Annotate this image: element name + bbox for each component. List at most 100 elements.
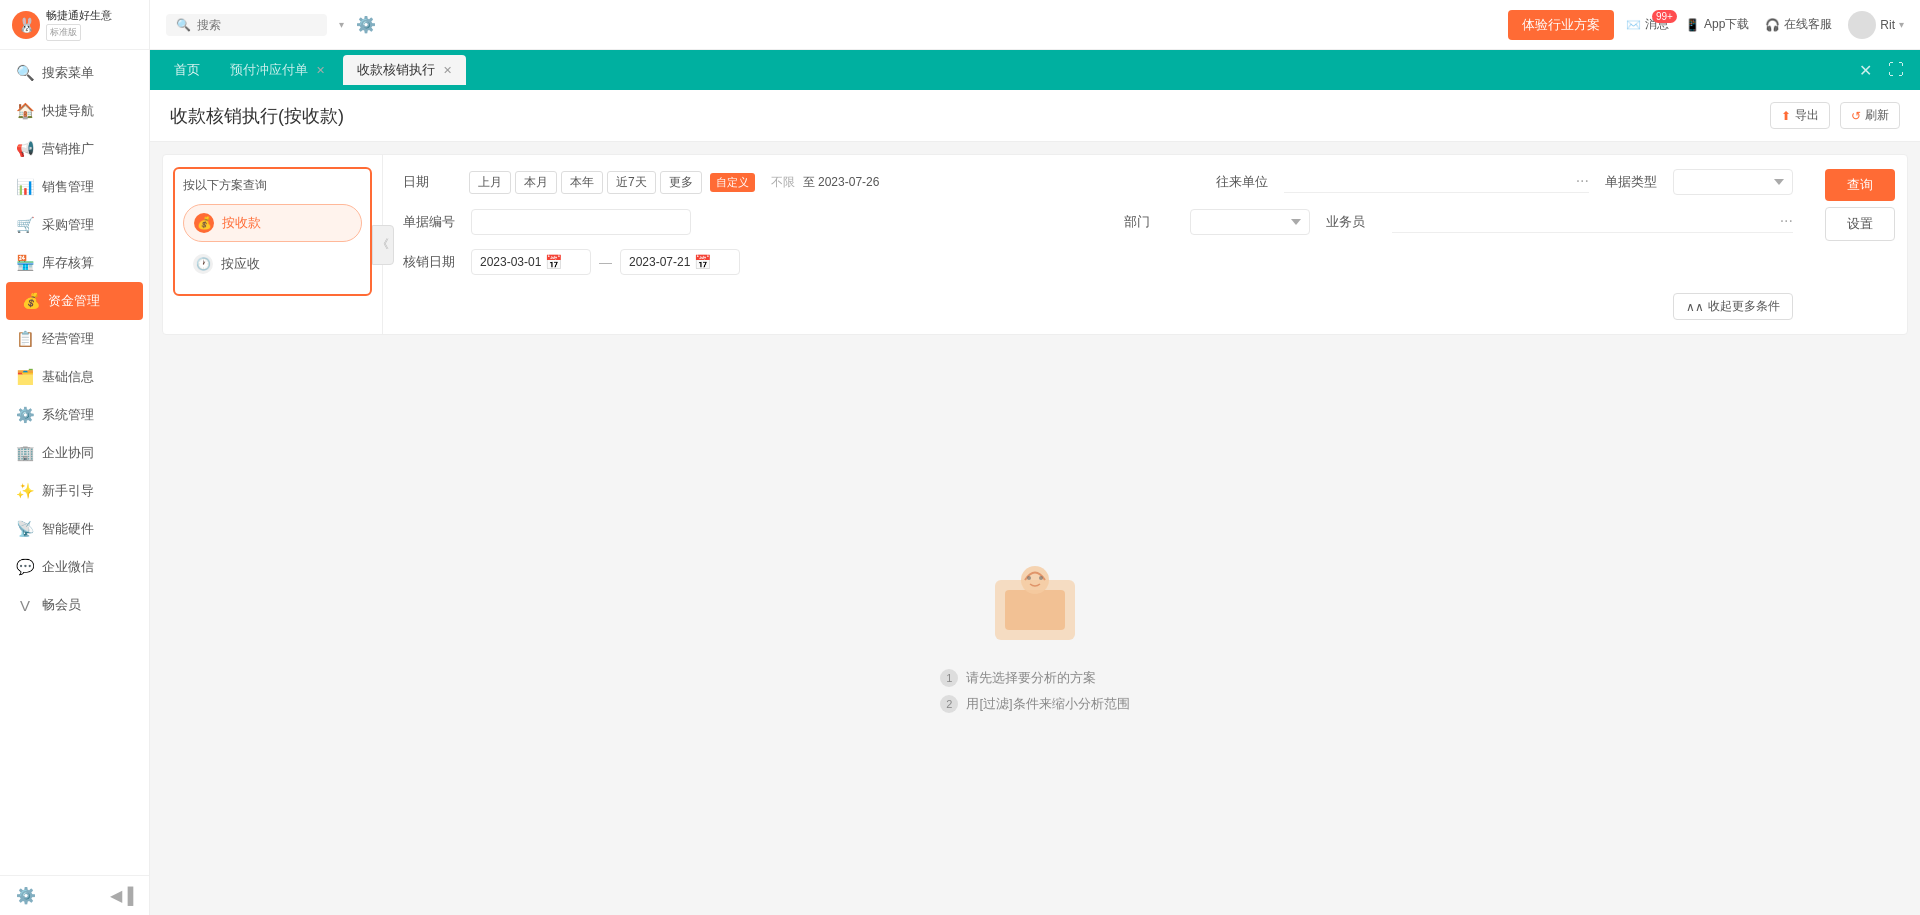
tab-receipt-offset[interactable]: 收款核销执行 ✕: [343, 55, 466, 85]
sidebar-item-enterprise-collab[interactable]: 🏢 企业协同: [0, 434, 149, 472]
logo-icon: 🐰: [12, 11, 40, 39]
date-to-text: 至 2023-07-26: [803, 174, 880, 191]
quick-nav-icon: 🏠: [16, 102, 34, 120]
sidebar-label-purchase: 采购管理: [42, 216, 94, 234]
tab-prepay-offset[interactable]: 预付冲应付单 ✕: [216, 55, 339, 85]
sidebar-item-marketing[interactable]: 📢 营销推广: [0, 130, 149, 168]
sidebar-item-purchase[interactable]: 🛒 采购管理: [0, 206, 149, 244]
salesperson-dots[interactable]: ···: [1780, 212, 1793, 230]
date-btn-last-7-days[interactable]: 近7天: [607, 171, 656, 194]
by-receipt-icon: 💰: [194, 213, 214, 233]
filter-row-3: 核销日期 2023-03-01 📅 — 2023-07-21 📅: [403, 249, 1793, 275]
date-no-limit-text: 不限: [771, 174, 795, 191]
by-receipt-label: 按收款: [222, 214, 261, 232]
filter-item-by-receipt[interactable]: 💰 按收款: [183, 204, 362, 242]
sidebar-label-basic-info: 基础信息: [42, 368, 94, 386]
sidebar-item-inventory[interactable]: 🏪 库存核算: [0, 244, 149, 282]
filter-row-2: 单据编号 部门 业务员 ···: [403, 209, 1793, 235]
smart-hardware-icon: 📡: [16, 520, 34, 538]
sidebar-item-member[interactable]: V 畅会员: [0, 586, 149, 624]
date-btn-this-year[interactable]: 本年: [561, 171, 603, 194]
sidebar-label-sales: 销售管理: [42, 178, 94, 196]
tip-text-1: 请先选择要分析的方案: [966, 669, 1096, 687]
sidebar-item-finance[interactable]: 💰 资金管理: [6, 282, 143, 320]
calendar-end-icon[interactable]: 📅: [694, 254, 711, 270]
sidebar-item-beginner[interactable]: ✨ 新手引导: [0, 472, 149, 510]
date-btn-last-month[interactable]: 上月: [469, 171, 511, 194]
settings-button[interactable]: 设置: [1825, 207, 1895, 241]
salesperson-label: 业务员: [1326, 213, 1376, 231]
voucher-no-input[interactable]: [471, 209, 691, 235]
sidebar-item-system[interactable]: ⚙️ 系统管理: [0, 396, 149, 434]
finance-icon: 💰: [22, 292, 40, 310]
tab-receipt-close-icon[interactable]: ✕: [443, 64, 452, 77]
enterprise-wechat-icon: 💬: [16, 558, 34, 576]
sidebar-collapse-button[interactable]: ◀▐: [110, 886, 133, 905]
sidebar-item-search-menu[interactable]: 🔍 搜索菜单: [0, 54, 149, 92]
sidebar-item-sales[interactable]: 📊 销售管理: [0, 168, 149, 206]
tip-text-2: 用[过滤]条件来缩小分析范围: [966, 695, 1129, 713]
online-service-action[interactable]: 🎧 在线客服: [1765, 16, 1832, 33]
department-label: 部门: [1124, 213, 1174, 231]
sidebar-item-smart-hardware[interactable]: 📡 智能硬件: [0, 510, 149, 548]
headset-icon: 🎧: [1765, 18, 1780, 32]
date-btn-this-month[interactable]: 本月: [515, 171, 557, 194]
refresh-button[interactable]: ↺ 刷新: [1840, 102, 1900, 129]
sidebar-nav: 🔍 搜索菜单 🏠 快捷导航 📢 营销推广 📊 销售管理 🛒 采购管理 🏪 库存核…: [0, 50, 149, 875]
sidebar-label-enterprise-collab: 企业协同: [42, 444, 94, 462]
sidebar-item-operations[interactable]: 📋 经营管理: [0, 320, 149, 358]
sidebar-item-enterprise-wechat[interactable]: 💬 企业微信: [0, 548, 149, 586]
verify-date-end-input[interactable]: 2023-07-21 📅: [620, 249, 740, 275]
sidebar-item-basic-info[interactable]: 🗂️ 基础信息: [0, 358, 149, 396]
sidebar-logo: 🐰 畅捷通好生意 标准版: [0, 0, 149, 50]
collapse-more-button[interactable]: ∧∧ 收起更多条件: [1673, 293, 1793, 320]
filter-area: 按以下方案查询 💰 按收款 🕐 按应收 《: [162, 154, 1908, 335]
search-input[interactable]: [197, 18, 317, 32]
verify-date-start-input[interactable]: 2023-03-01 📅: [471, 249, 591, 275]
tab-prepay-close-icon[interactable]: ✕: [316, 64, 325, 77]
tab-home[interactable]: 首页: [162, 55, 212, 85]
message-action[interactable]: ✉️ 消息 99+: [1626, 16, 1669, 33]
filter-collapse-button[interactable]: 《: [372, 225, 394, 265]
sidebar-label-quick-nav: 快捷导航: [42, 102, 94, 120]
query-button[interactable]: 查询: [1825, 169, 1895, 201]
maximize-window-icon[interactable]: ⛶: [1884, 59, 1908, 82]
inventory-icon: 🏪: [16, 254, 34, 272]
filter-left-panel: 按以下方案查询 💰 按收款 🕐 按应收 《: [163, 155, 383, 334]
username: Rit: [1880, 18, 1895, 32]
refresh-icon: ↺: [1851, 109, 1861, 123]
export-button[interactable]: ⬆ 导出: [1770, 102, 1830, 129]
close-window-icon[interactable]: ✕: [1855, 59, 1876, 82]
gear-icon[interactable]: ⚙️: [356, 15, 376, 34]
date-custom-badge[interactable]: 自定义: [710, 173, 755, 192]
filter-panel-title: 按以下方案查询: [183, 177, 362, 194]
page-header: 收款核销执行(按收款) ⬆ 导出 ↺ 刷新: [150, 90, 1920, 142]
sidebar-label-operations: 经营管理: [42, 330, 94, 348]
sidebar-label-system: 系统管理: [42, 406, 94, 424]
topbar-search-box[interactable]: 🔍: [166, 14, 327, 36]
sidebar-item-quick-nav[interactable]: 🏠 快捷导航: [0, 92, 149, 130]
counterpart-dots[interactable]: ···: [1576, 172, 1589, 190]
solution-button[interactable]: 体验行业方案: [1508, 10, 1614, 40]
member-icon: V: [16, 597, 34, 614]
filter-actions-row: ∧∧ 收起更多条件: [403, 293, 1793, 320]
system-icon: ⚙️: [16, 406, 34, 424]
refresh-label: 刷新: [1865, 107, 1889, 124]
voucher-type-select[interactable]: [1673, 169, 1793, 195]
filter-item-by-receivable[interactable]: 🕐 按应收: [183, 246, 362, 282]
sidebar-label-search-menu: 搜索菜单: [42, 64, 94, 82]
tab-receipt-label: 收款核销执行: [357, 61, 435, 79]
date-no-limit: 不限 至 2023-07-26: [771, 174, 880, 191]
empty-illustration: [975, 550, 1095, 653]
svg-rect-1: [1005, 590, 1065, 630]
settings-bottom-icon[interactable]: ⚙️: [16, 886, 36, 905]
export-label: 导出: [1795, 107, 1819, 124]
department-select[interactable]: [1190, 209, 1310, 235]
date-btn-more[interactable]: 更多: [660, 171, 702, 194]
empty-tips: 1 请先选择要分析的方案 2 用[过滤]条件来缩小分析范围: [940, 669, 1129, 713]
app-download-action[interactable]: 📱 App下载: [1685, 16, 1749, 33]
calendar-start-icon[interactable]: 📅: [545, 254, 562, 270]
message-badge: 99+: [1652, 10, 1677, 23]
user-action[interactable]: Rit ▾: [1848, 11, 1904, 39]
counterpart-label: 往来单位: [1216, 173, 1268, 191]
